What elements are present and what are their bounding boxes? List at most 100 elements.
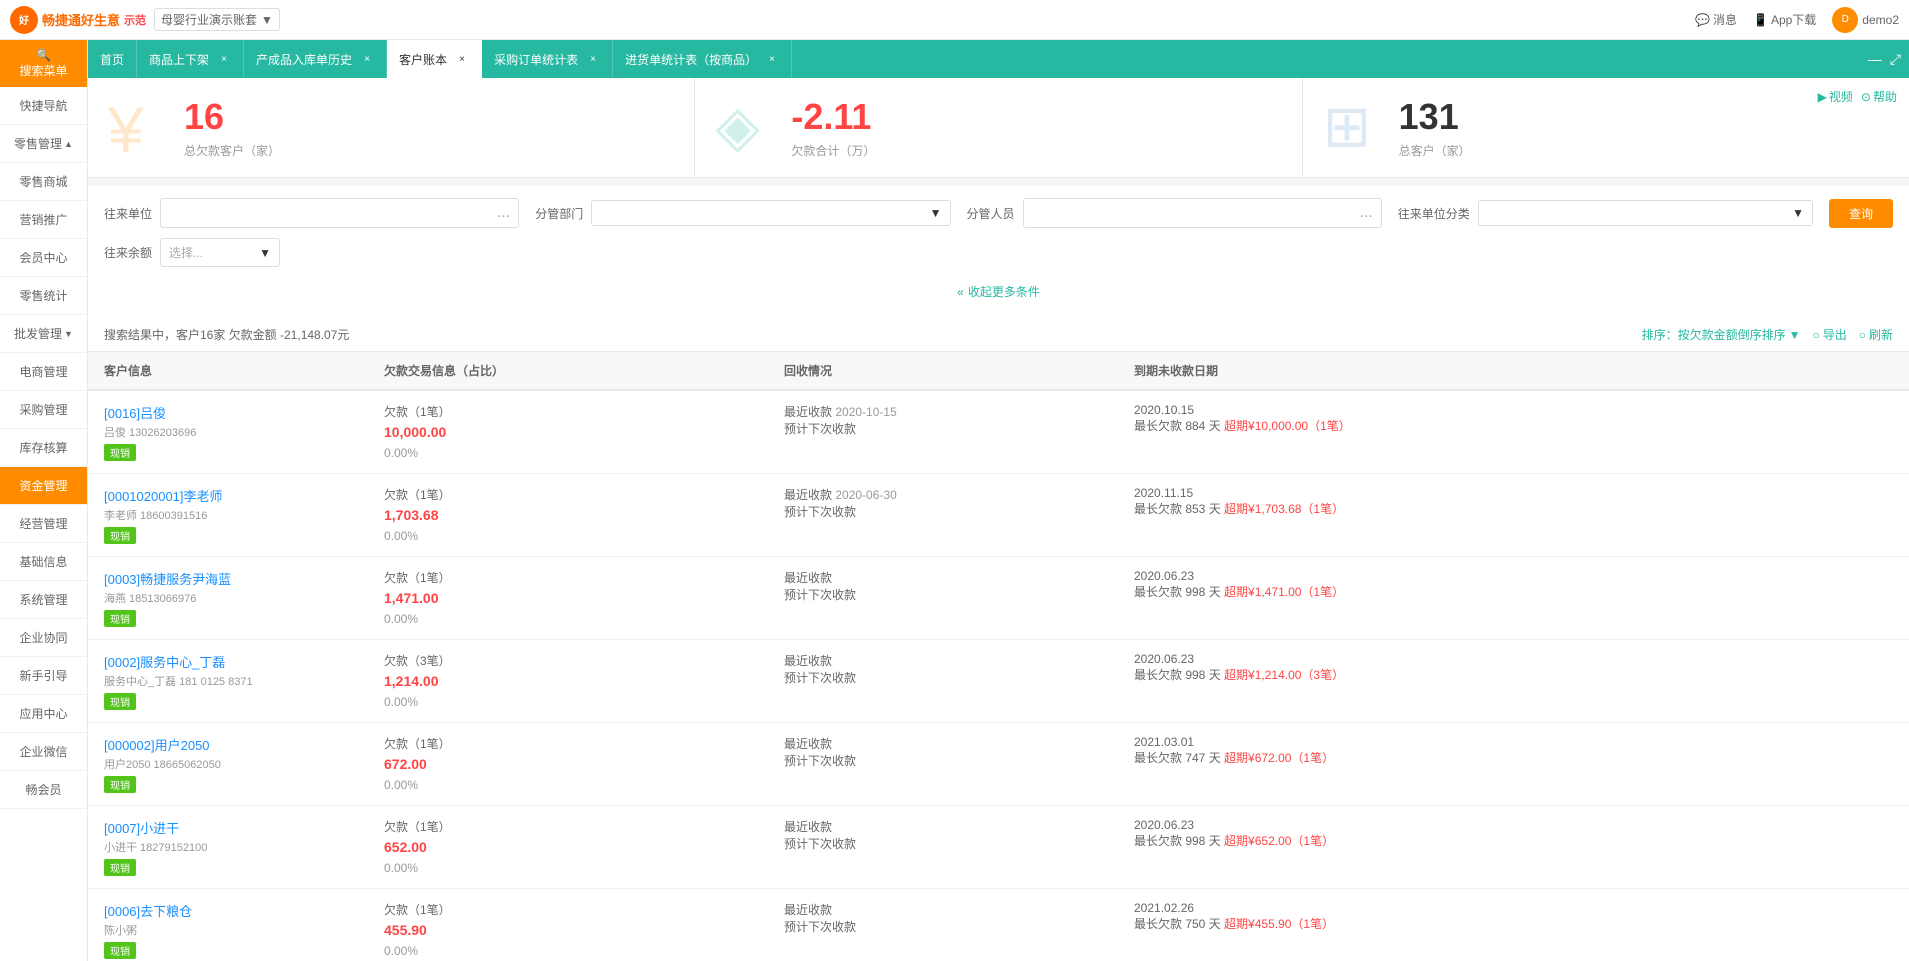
- sidebar-item-enterprise-wechat[interactable]: 企业微信: [0, 733, 87, 771]
- tab-close-products-off[interactable]: ×: [217, 52, 231, 66]
- message-btn[interactable]: 💬 消息: [1695, 11, 1737, 28]
- tab-stock-stats[interactable]: 进货单统计表（按商品） ×: [613, 40, 792, 78]
- user-area[interactable]: D demo2: [1832, 7, 1899, 33]
- table-row: [0001020001]李老师 李老师 18600391516 现销 欠款（1笔…: [88, 474, 1909, 557]
- due-date-cell: 2020.06.23 最长欠款 998 天 超期¥1,471.00（1笔）: [1134, 569, 1893, 600]
- unit-classify-arrow: ▼: [1792, 206, 1804, 220]
- sidebar-item-retail-mall[interactable]: 零售商城: [0, 163, 87, 201]
- customer-contact: 小进干 18279152100: [104, 839, 384, 855]
- sidebar-item-vip-member[interactable]: 畅会员: [0, 771, 87, 809]
- tab-close-stock-stats[interactable]: ×: [765, 52, 779, 66]
- top-bar-left: 好 畅捷通好生意 示范 母婴行业演示账套 ▼: [10, 6, 280, 34]
- message-icon: 💬: [1695, 13, 1710, 27]
- sidebar-item-basic-info[interactable]: 基础信息: [0, 543, 87, 581]
- tab-minimize-btn[interactable]: —: [1868, 51, 1882, 67]
- sidebar-item-ecommerce[interactable]: 电商管理: [0, 353, 87, 391]
- sidebar-item-operation[interactable]: 经营管理: [0, 505, 87, 543]
- sidebar-item-system[interactable]: 系统管理: [0, 581, 87, 619]
- sidebar-search-btn[interactable]: 🔍 搜索菜单: [0, 40, 87, 87]
- overdue-link[interactable]: 超期¥672.00（1笔）: [1224, 751, 1334, 765]
- collection-cell: 最近收款 2020-06-30 预计下次收款: [784, 486, 1134, 520]
- user-avatar: D: [1832, 7, 1858, 33]
- refresh-btn[interactable]: ○ 刷新: [1859, 326, 1893, 343]
- sidebar-item-new-guide[interactable]: 新手引导: [0, 657, 87, 695]
- sidebar-item-retail-mgmt[interactable]: 零售管理 ▲: [0, 125, 87, 163]
- customer-name-link[interactable]: [0006]去下粮仓: [104, 901, 384, 920]
- due-date-cell: 2020.06.23 最长欠款 998 天 超期¥652.00（1笔）: [1134, 818, 1893, 849]
- sidebar-item-inventory[interactable]: 库存核算: [0, 429, 87, 467]
- due-date-cell: 2020.10.15 最长欠款 884 天 超期¥10,000.00（1笔）: [1134, 403, 1893, 434]
- debt-info-cell: 欠款（1笔） 1,703.68 0.00%: [384, 486, 784, 543]
- sidebar-item-app-center[interactable]: 应用中心: [0, 695, 87, 733]
- yuan-icon: ¥: [108, 98, 168, 158]
- col-header-customer: 客户信息: [104, 362, 384, 379]
- total-customers-value: 131: [1399, 96, 1471, 138]
- customer-name-link[interactable]: [0001020001]李老师: [104, 486, 384, 505]
- sidebar-item-enterprise-collab[interactable]: 企业协同: [0, 619, 87, 657]
- sidebar-item-marketing[interactable]: 营销推广: [0, 201, 87, 239]
- balance-select[interactable]: 选择... ▼: [160, 238, 280, 267]
- logo-area: 好 畅捷通好生意 示范: [10, 6, 146, 34]
- filter-row-1: 往来单位 ... 分管部门 ▼: [104, 198, 1893, 228]
- customer-tag: 现销: [104, 444, 136, 461]
- tab-customer-account[interactable]: 客户账本 ×: [387, 40, 482, 78]
- query-button[interactable]: 查询: [1829, 199, 1893, 228]
- customer-tag: 现销: [104, 527, 136, 544]
- customer-info-cell: [0016]吕俊 吕俊 13026203696 现销: [104, 403, 384, 461]
- tab-purchase-order[interactable]: 采购订单统计表 ×: [482, 40, 613, 78]
- source-unit-input[interactable]: ...: [160, 198, 519, 228]
- sidebar-item-finance[interactable]: 资金管理: [0, 467, 87, 505]
- help-btn[interactable]: ⊙ 帮助: [1861, 88, 1897, 105]
- debt-info-cell: 欠款（1笔） 1,471.00 0.00%: [384, 569, 784, 626]
- building-icon: ⊞: [1323, 98, 1383, 158]
- filter-manager: 分管人员 ...: [967, 198, 1382, 228]
- sidebar-nav: 快捷导航 零售管理 ▲ 零售商城 营销推广 会员中心 零售统计: [0, 87, 87, 809]
- overdue-link[interactable]: 超期¥1,703.68（1笔）: [1224, 502, 1344, 516]
- filter-unit-classify: 往来单位分类 ▼: [1398, 200, 1813, 226]
- sidebar-item-batch-mgmt[interactable]: 批发管理 ▼: [0, 315, 87, 353]
- collection-cell: 最近收款 预计下次收款: [784, 735, 1134, 769]
- stat-card-debt-customers: ¥ 16 总欠款客户（家）: [88, 78, 695, 177]
- customer-contact: 海燕 18513066976: [104, 590, 384, 606]
- debt-info-cell: 欠款（3笔） 1,214.00 0.00%: [384, 652, 784, 709]
- tab-close-customer-account[interactable]: ×: [455, 52, 469, 66]
- industry-select[interactable]: 母婴行业演示账套 ▼: [154, 8, 280, 31]
- col-header-due: 到期未收款日期: [1134, 362, 1893, 379]
- customer-contact: 用户2050 18665062050: [104, 756, 384, 772]
- customer-name-link[interactable]: [0007]小进干: [104, 818, 384, 837]
- overdue-link[interactable]: 超期¥455.90（1笔）: [1224, 917, 1334, 931]
- tab-produce-history[interactable]: 产成品入库单历史 ×: [244, 40, 387, 78]
- customer-name-link[interactable]: [0003]畅捷服务尹海蓝: [104, 569, 384, 588]
- dept-select[interactable]: ▼: [591, 200, 950, 226]
- manager-input[interactable]: ...: [1023, 198, 1382, 228]
- video-icon: ▶: [1818, 90, 1827, 104]
- overdue-link[interactable]: 超期¥1,214.00（3笔）: [1224, 668, 1344, 682]
- source-unit-label: 往来单位: [104, 205, 152, 222]
- customer-name-link[interactable]: [0016]吕俊: [104, 403, 384, 422]
- unit-classify-select[interactable]: ▼: [1478, 200, 1813, 226]
- debt-info-cell: 欠款（1笔） 10,000.00 0.00%: [384, 403, 784, 460]
- customer-name-link[interactable]: [0002]服务中心_丁磊: [104, 652, 384, 671]
- stat-card-actions: ▶ 视频 ⊙ 帮助: [1818, 88, 1897, 105]
- collection-cell: 最近收款 预计下次收款: [784, 569, 1134, 603]
- sidebar-item-quick-nav[interactable]: 快捷导航: [0, 87, 87, 125]
- sidebar-item-purchase-mgmt[interactable]: 采购管理: [0, 391, 87, 429]
- overdue-link[interactable]: 超期¥1,471.00（1笔）: [1224, 585, 1344, 599]
- overdue-link[interactable]: 超期¥652.00（1笔）: [1224, 834, 1334, 848]
- tab-close-produce-history[interactable]: ×: [360, 52, 374, 66]
- sidebar-item-member-center[interactable]: 会员中心: [0, 239, 87, 277]
- customer-tag: 现销: [104, 942, 136, 959]
- overdue-link[interactable]: 超期¥10,000.00（1笔）: [1224, 419, 1351, 433]
- results-summary: 搜索结果中，客户16家 欠款金额 -21,148.07元: [104, 326, 349, 343]
- collapse-filter-btn[interactable]: « 收起更多条件: [104, 277, 1893, 306]
- tab-close-purchase-order[interactable]: ×: [586, 52, 600, 66]
- tab-products-off[interactable]: 商品上下架 ×: [137, 40, 244, 78]
- app-download-btn[interactable]: 📱 App下载: [1753, 11, 1816, 28]
- video-btn[interactable]: ▶ 视频: [1818, 88, 1853, 105]
- customer-name-link[interactable]: [000002]用户2050: [104, 735, 384, 754]
- tab-expand-btn[interactable]: ⤢: [1890, 51, 1901, 68]
- sidebar-item-retail-stats[interactable]: 零售统计: [0, 277, 87, 315]
- table-row: [0006]去下粮仓 陈小粥 现销 欠款（1笔） 455.90 0.00% 最近…: [88, 889, 1909, 961]
- export-btn[interactable]: ○ 导出: [1812, 326, 1846, 343]
- tab-home[interactable]: 首页: [88, 40, 137, 78]
